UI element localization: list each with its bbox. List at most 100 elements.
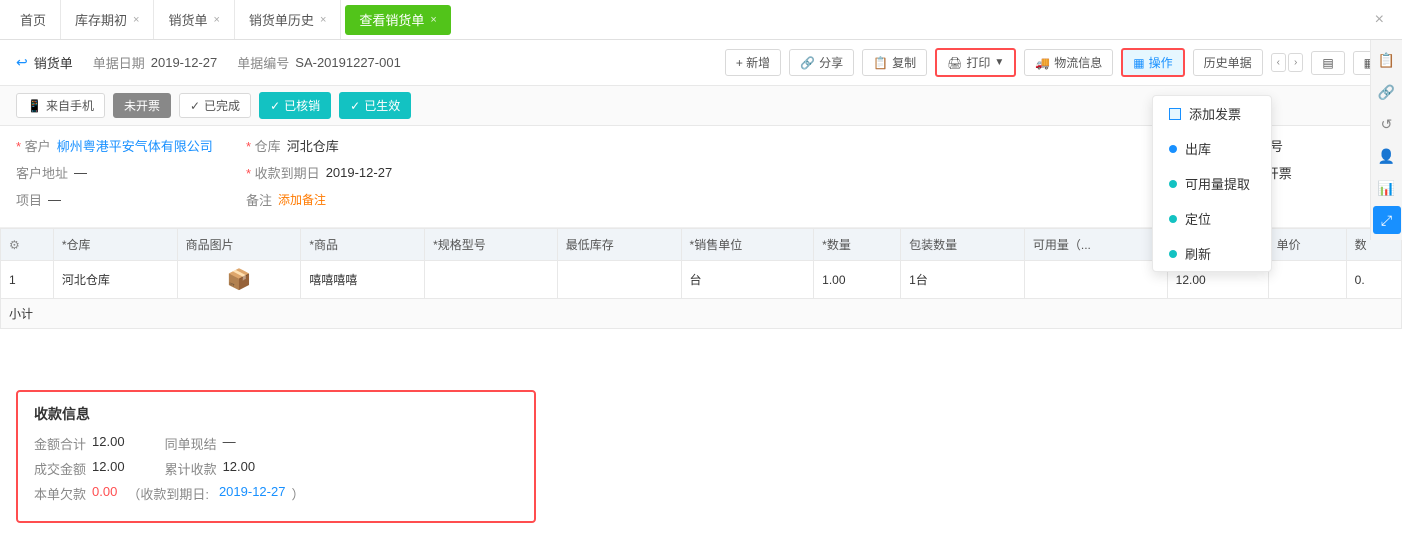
- tab-home-label: 首页: [20, 10, 46, 29]
- tab-sales-close[interactable]: ×: [213, 14, 219, 26]
- doc-num-value: SA-20191227-001: [295, 55, 401, 70]
- logistics-icon: 🚚: [1035, 56, 1050, 70]
- cumulative-label: 累计收款: [165, 459, 217, 478]
- doc-num-meta: 单据编号 SA-20191227-001: [237, 53, 401, 72]
- complete-button[interactable]: ✓ 已完成: [179, 93, 251, 118]
- phone-icon: 📱: [27, 99, 42, 113]
- print-dropdown-icon: ▼: [994, 57, 1004, 68]
- sidebar-chart-icon[interactable]: 📊: [1373, 174, 1401, 202]
- history-label: 历史单据: [1204, 54, 1252, 71]
- remark-field: 备注 添加备注: [246, 190, 446, 209]
- add-invoice-item[interactable]: 添加发票: [1153, 96, 1271, 131]
- add-remark-button[interactable]: 添加备注: [278, 191, 326, 208]
- due-date-label: 收款到期日: [246, 163, 320, 182]
- add-invoice-label: 添加发票: [1189, 104, 1241, 123]
- tab-sales-history-close[interactable]: ×: [320, 14, 326, 26]
- operations-icon: ▦: [1133, 56, 1144, 70]
- warehouse-value: 河北仓库: [287, 136, 339, 155]
- total-label: 金额合计: [34, 434, 86, 453]
- locate-dot: [1169, 215, 1177, 223]
- same-order-item: 同单现结 —: [165, 434, 236, 453]
- customer-value[interactable]: 柳州粤港平安气体有限公司: [57, 136, 213, 155]
- share-button[interactable]: 🔗 分享: [789, 49, 854, 76]
- copy-button[interactable]: 📋 复制: [862, 49, 927, 76]
- history-button[interactable]: 历史单据: [1193, 49, 1263, 76]
- total-amount-item: 金额合计 12.00: [34, 434, 125, 453]
- tab-view-sales-close[interactable]: ×: [430, 14, 436, 26]
- locate-item[interactable]: 定位: [1153, 201, 1271, 236]
- new-button[interactable]: + 新增: [725, 49, 781, 76]
- complete-icon: ✓: [190, 99, 200, 113]
- copy-label: 复制: [892, 54, 916, 71]
- window-close-button[interactable]: ×: [1367, 11, 1392, 29]
- row-spec: [425, 261, 558, 299]
- page-wrapper: 首页 库存期初 × 销货单 × 销货单历史 × 查看销货单 × × ↩ 销货单: [0, 0, 1402, 533]
- next-button[interactable]: ›: [1288, 53, 1303, 72]
- col-spec: *规格型号: [425, 229, 558, 261]
- copy-icon: 📋: [873, 56, 888, 70]
- refresh-label: 刷新: [1185, 244, 1211, 263]
- cancelled-icon: ✓: [270, 99, 280, 113]
- outbound-dot: [1169, 145, 1177, 153]
- cumulative-item: 累计收款 12.00: [165, 459, 256, 478]
- from-phone-label: 来自手机: [46, 97, 94, 114]
- print-button[interactable]: 🖨 打印 ▼: [935, 48, 1016, 77]
- operations-button[interactable]: ▦ 操作: [1121, 48, 1184, 77]
- doc-date-value: 2019-12-27: [151, 55, 218, 70]
- customer-field: 客户 柳州粤港平安气体有限公司: [16, 136, 216, 155]
- sidebar-link-icon[interactable]: 🔗: [1373, 78, 1401, 106]
- customer-label: 客户: [16, 136, 51, 155]
- col-settings[interactable]: ⚙: [1, 229, 54, 261]
- sidebar-expand-icon[interactable]: ⤢: [1373, 206, 1401, 234]
- payment-row-3: 本单欠款 0.00 （收款到期日: 2019-12-27 ）: [34, 484, 518, 503]
- tab-view-sales[interactable]: 查看销货单 ×: [345, 5, 450, 35]
- row-image: 📦: [177, 261, 301, 299]
- cancelled-button[interactable]: ✓ 已核销: [259, 92, 331, 119]
- tab-home[interactable]: 首页: [10, 0, 61, 39]
- payment-title: 收款信息: [34, 404, 518, 424]
- tab-sales[interactable]: 销货单 ×: [154, 0, 234, 39]
- refresh-dot: [1169, 250, 1177, 258]
- col-qty: *数量: [814, 229, 901, 261]
- row-no: 1: [1, 261, 54, 299]
- logistics-label: 物流信息: [1054, 54, 1102, 71]
- from-phone-button[interactable]: 📱 来自手机: [16, 93, 105, 118]
- col-image: 商品图片: [177, 229, 301, 261]
- doc-title: ↩ 销货单: [16, 53, 73, 72]
- sidebar-refresh-icon[interactable]: ↺: [1373, 110, 1401, 138]
- effective-label: 已生效: [364, 97, 400, 114]
- col-available: 可用量（...: [1024, 229, 1167, 261]
- tab-inventory[interactable]: 库存期初 ×: [61, 0, 154, 39]
- project-label: 项目: [16, 190, 42, 209]
- row-min-stock: [557, 261, 681, 299]
- sidebar-user-icon[interactable]: 👤: [1373, 142, 1401, 170]
- tab-view-sales-label: 查看销货单: [359, 10, 424, 29]
- complete-label: 已完成: [204, 97, 240, 114]
- subtotal-label: 小计: [1, 299, 1402, 329]
- row-qty: 1.00: [814, 261, 901, 299]
- payment-row-2: 成交金额 12.00 累计收款 12.00: [34, 459, 518, 478]
- doc-title-text: 销货单: [34, 53, 73, 72]
- print-icon: 🖨: [947, 56, 962, 70]
- prev-button[interactable]: ‹: [1271, 53, 1286, 72]
- payment-box: 收款信息 金额合计 12.00 同单现结 — 成交金额 12.00 累计收款: [16, 390, 536, 523]
- effective-icon: ✓: [350, 99, 360, 113]
- tab-inventory-close[interactable]: ×: [133, 14, 139, 26]
- doc-header: ↩ 销货单 单据日期 2019-12-27 单据编号 SA-20191227-0…: [0, 40, 1402, 86]
- not-open-button[interactable]: 未开票: [113, 93, 171, 118]
- tab-sales-history[interactable]: 销货单历史 ×: [235, 0, 341, 39]
- sidebar-clipboard-icon[interactable]: 📋: [1373, 46, 1401, 74]
- address-field: 客户地址 —: [16, 163, 216, 182]
- same-order-value: —: [223, 434, 236, 453]
- cancelled-label: 已核销: [284, 97, 320, 114]
- col-product: *商品: [301, 229, 425, 261]
- available-qty-item[interactable]: 可用量提取: [1153, 166, 1271, 201]
- due-date-value: 2019-12-27: [326, 165, 393, 180]
- project-value: —: [48, 192, 61, 207]
- logistics-button[interactable]: 🚚 物流信息: [1024, 49, 1113, 76]
- refresh-item[interactable]: 刷新: [1153, 236, 1271, 271]
- doc-date-label: 单据日期: [93, 53, 145, 72]
- outbound-item[interactable]: 出库: [1153, 131, 1271, 166]
- grid-view1-button[interactable]: ▤: [1311, 51, 1344, 75]
- effective-button[interactable]: ✓ 已生效: [339, 92, 411, 119]
